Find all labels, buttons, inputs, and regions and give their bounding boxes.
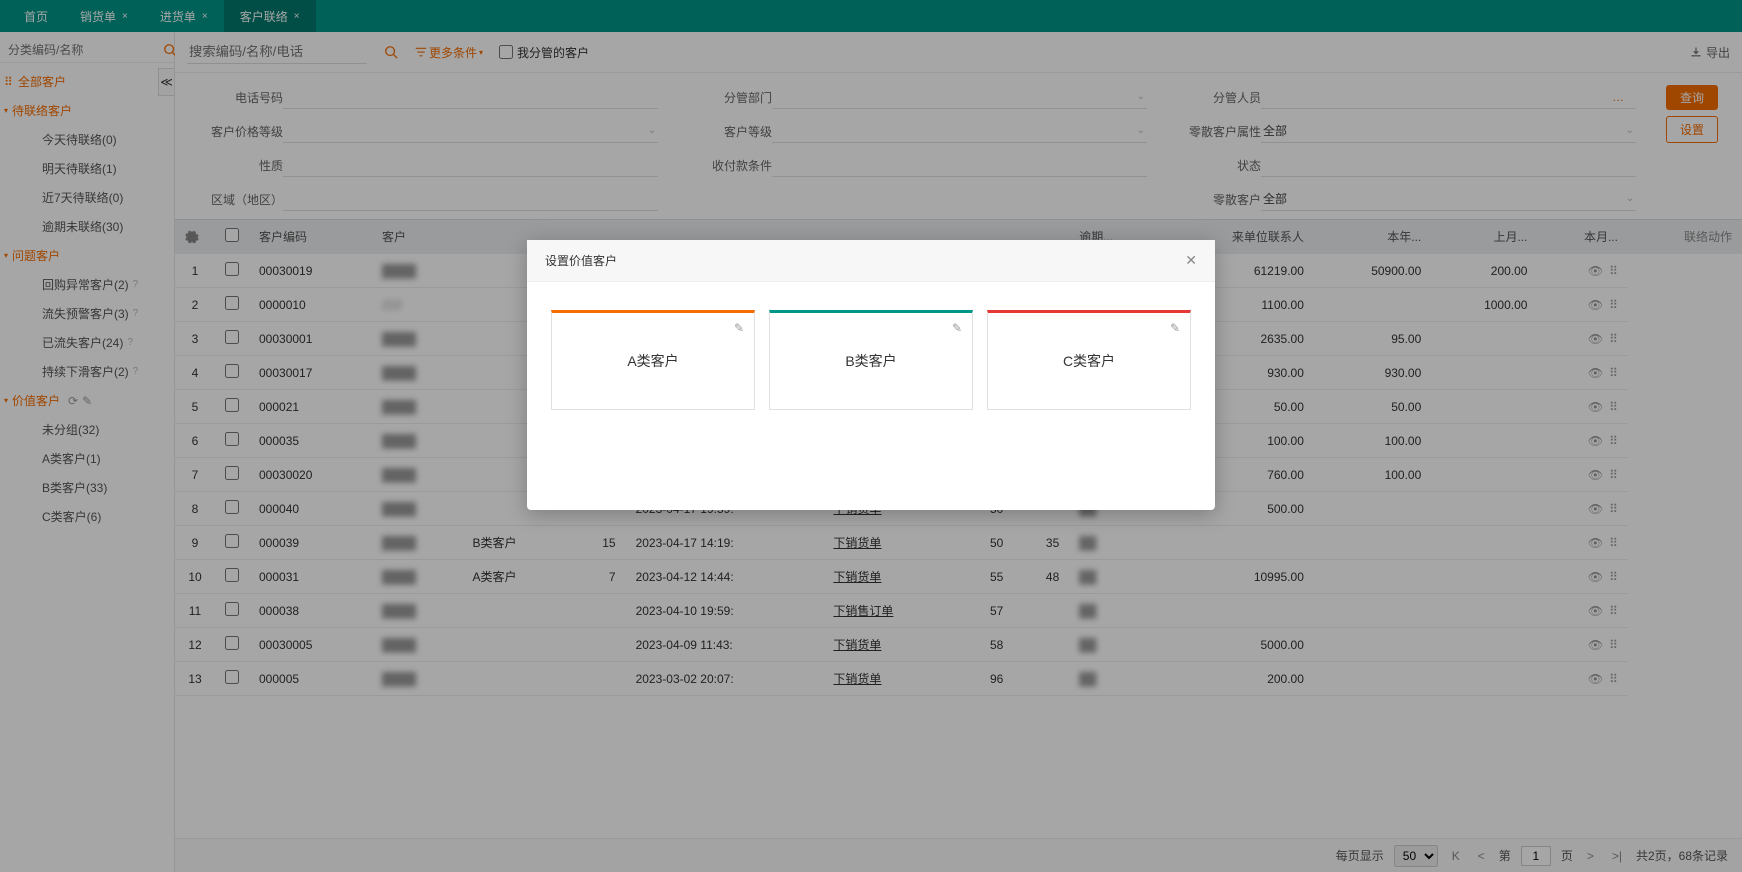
value-customer-card[interactable]: ✎C类客户 — [987, 310, 1191, 410]
edit-icon[interactable]: ✎ — [734, 321, 744, 335]
edit-icon[interactable]: ✎ — [952, 321, 962, 335]
modal-close-button[interactable]: ✕ — [1185, 252, 1197, 269]
value-customer-modal: 设置价值客户 ✕ ✎A类客户✎B类客户✎C类客户 — [527, 240, 1215, 510]
value-customer-card[interactable]: ✎A类客户 — [551, 310, 755, 410]
modal-title: 设置价值客户 — [545, 252, 617, 269]
value-customer-card[interactable]: ✎B类客户 — [769, 310, 973, 410]
edit-icon[interactable]: ✎ — [1170, 321, 1180, 335]
modal-overlay[interactable]: 设置价值客户 ✕ ✎A类客户✎B类客户✎C类客户 — [0, 0, 1742, 872]
